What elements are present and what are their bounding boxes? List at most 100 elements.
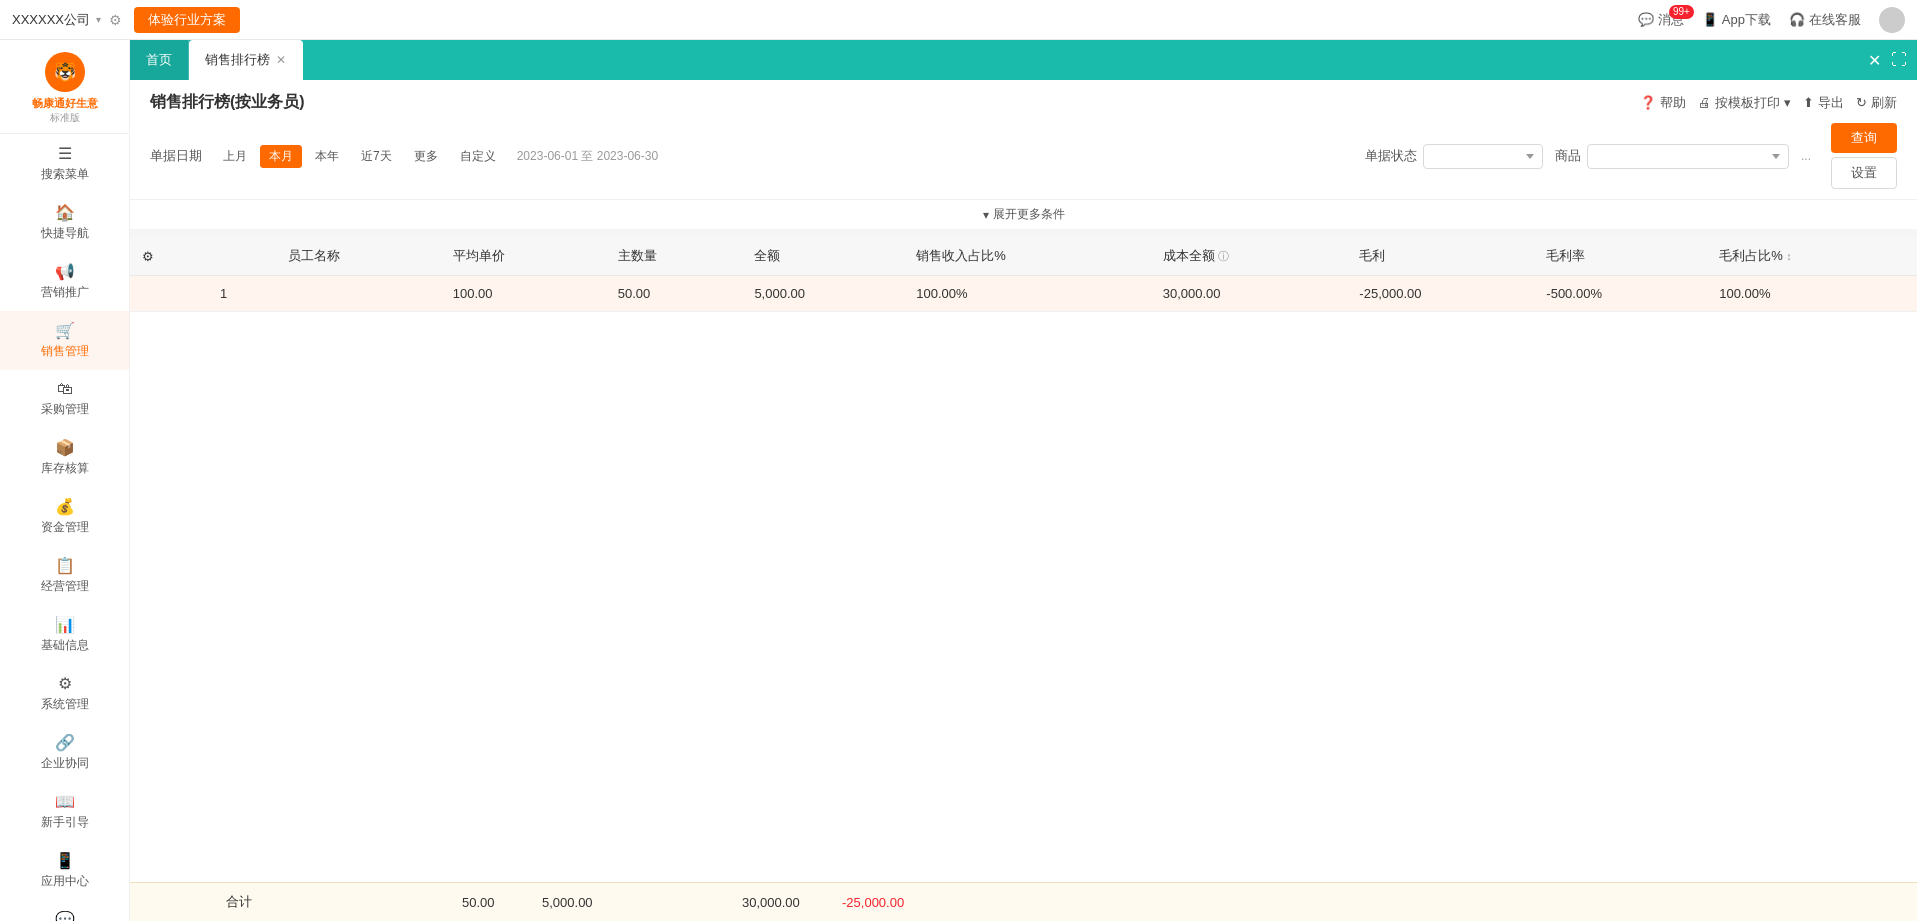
company-selector[interactable]: XXXXXX公司 ▾ bbox=[12, 11, 101, 29]
page-title: 销售排行榜(按业务员) bbox=[150, 92, 305, 113]
footer-total-label: 合计 bbox=[202, 893, 382, 911]
data-table: ⚙ 员工名称 平均单价 主数量 全额 销售收入占比% 成本全额 ⓘ 毛利 毛利率… bbox=[130, 237, 1917, 312]
employee-column-header: 员工名称 bbox=[276, 237, 441, 276]
close-window-icon[interactable]: ✕ bbox=[1868, 51, 1881, 70]
app-center-icon: 📱 bbox=[55, 851, 75, 870]
sidebar-item-marketing[interactable]: 📢 营销推广 bbox=[0, 252, 129, 311]
row-employee bbox=[276, 276, 441, 312]
sidebar-item-purchase[interactable]: 🛍 采购管理 bbox=[0, 370, 129, 428]
sidebar-item-finance[interactable]: 💰 资金管理 bbox=[0, 487, 129, 546]
chevron-down-icon: ▾ bbox=[96, 14, 101, 25]
row-avg-price: 100.00 bbox=[441, 276, 606, 312]
message-badge: 99+ bbox=[1669, 5, 1694, 19]
page-header: 销售排行榜(按业务员) ❓ 帮助 🖨 按模板打印 ▾ ⬆ 导出 bbox=[130, 80, 1917, 113]
cost-info-icon[interactable]: ⓘ bbox=[1218, 250, 1229, 262]
operations-icon: 📋 bbox=[55, 556, 75, 575]
avatar[interactable] bbox=[1879, 7, 1905, 33]
date-range: 2023-06-01 至 2023-06-30 bbox=[517, 148, 658, 165]
date-tab-more[interactable]: 更多 bbox=[405, 145, 447, 168]
sidebar-item-beginner[interactable]: 📖 新手引导 bbox=[0, 782, 129, 841]
export-icon: ⬆ bbox=[1803, 95, 1814, 110]
message-button[interactable]: 💬 消息 99+ bbox=[1638, 11, 1684, 29]
try-industry-button[interactable]: 体验行业方案 bbox=[134, 7, 240, 33]
sidebar-item-enterprise-collab[interactable]: 🔗 企业协同 bbox=[0, 723, 129, 782]
more-filters-button[interactable]: ... bbox=[1801, 149, 1811, 163]
base-info-icon: 📊 bbox=[55, 615, 75, 634]
gross-profit-column-header: 毛利 bbox=[1347, 237, 1534, 276]
gross-margin-column-header: 毛利率 bbox=[1534, 237, 1707, 276]
content-area: 首页 销售排行榜 ✕ ✕ ⛶ 销售排行榜(按业务员) ❓ 帮助 bbox=[130, 40, 1917, 921]
wechat-icon: 💬 bbox=[55, 910, 75, 921]
sidebar-item-label: 基础信息 bbox=[41, 637, 89, 654]
message-icon: 💬 bbox=[1638, 12, 1654, 27]
top-bar: XXXXXX公司 ▾ ⚙ 体验行业方案 💬 消息 99+ 📱 App下载 🎧 在… bbox=[0, 0, 1917, 40]
footer-gross-profit: -25,000.00 bbox=[842, 895, 942, 910]
home-tab-label: 首页 bbox=[146, 51, 172, 69]
company-name: XXXXXX公司 bbox=[12, 11, 90, 29]
cost-amount-column-header: 成本全额 ⓘ bbox=[1151, 237, 1348, 276]
sidebar-item-label: 经营管理 bbox=[41, 578, 89, 595]
tab-home[interactable]: 首页 bbox=[130, 40, 189, 80]
date-tab-this-month[interactable]: 本月 bbox=[260, 145, 302, 168]
sidebar-item-operations[interactable]: 📋 经营管理 bbox=[0, 546, 129, 605]
sidebar-item-label: 搜索菜单 bbox=[41, 166, 89, 183]
sidebar-item-quick-nav[interactable]: 🏠 快捷导航 bbox=[0, 193, 129, 252]
doc-status-select[interactable] bbox=[1423, 144, 1543, 169]
app-download-icon: 📱 bbox=[1702, 12, 1718, 27]
sidebar-item-label: 资金管理 bbox=[41, 519, 89, 536]
date-tab-custom[interactable]: 自定义 bbox=[451, 145, 505, 168]
gross-ratio-info-icon[interactable]: ↕ bbox=[1786, 250, 1792, 262]
finance-icon: 💰 bbox=[55, 497, 75, 516]
sidebar: 🐯 畅康通好生意 标准版 ☰ 搜索菜单 🏠 快捷导航 📢 营销推广 🛒 销售管理… bbox=[0, 40, 130, 921]
settings-button[interactable]: 设置 bbox=[1831, 157, 1897, 189]
filter-bar: 单据日期 上月 本月 本年 近7天 更多 自定义 2023-06-01 至 20… bbox=[130, 113, 1917, 199]
purchase-icon: 🛍 bbox=[57, 380, 73, 398]
row-cost-amount: 30,000.00 bbox=[1151, 276, 1348, 312]
expand-bar: ▾ 展开更多条件 bbox=[130, 199, 1917, 229]
export-button[interactable]: ⬆ 导出 bbox=[1803, 94, 1844, 112]
inventory-icon: 📦 bbox=[55, 438, 75, 457]
date-tab-this-year[interactable]: 本年 bbox=[306, 145, 348, 168]
row-sales-ratio: 100.00% bbox=[904, 276, 1150, 312]
expand-more-conditions-button[interactable]: ▾ 展开更多条件 bbox=[983, 206, 1065, 223]
doc-status-field: 单据状态 bbox=[1365, 144, 1543, 169]
footer-total-amount: 5,000.00 bbox=[542, 895, 642, 910]
logo-icon: 🐯 bbox=[45, 52, 85, 92]
template-print-button[interactable]: 🖨 按模板打印 ▾ bbox=[1698, 94, 1791, 112]
query-button[interactable]: 查询 bbox=[1831, 123, 1897, 153]
tab-close-icon[interactable]: ✕ bbox=[276, 53, 286, 67]
sidebar-item-sales[interactable]: 🛒 销售管理 bbox=[0, 311, 129, 370]
help-button[interactable]: ❓ 帮助 bbox=[1640, 94, 1686, 112]
date-tab-last7days[interactable]: 近7天 bbox=[352, 145, 401, 168]
refresh-button[interactable]: ↻ 刷新 bbox=[1856, 94, 1897, 112]
row-gross-ratio: 100.00% bbox=[1707, 276, 1917, 312]
sidebar-item-system[interactable]: ⚙ 系统管理 bbox=[0, 664, 129, 723]
app-download-button[interactable]: 📱 App下载 bbox=[1702, 11, 1771, 29]
gross-ratio-column-header: 毛利占比% ↕ bbox=[1707, 237, 1917, 276]
row-main-qty: 50.00 bbox=[606, 276, 743, 312]
online-service-button[interactable]: 🎧 在线客服 bbox=[1789, 11, 1861, 29]
date-label: 单据日期 bbox=[150, 147, 202, 165]
footer-main-qty: 50.00 bbox=[462, 895, 542, 910]
sidebar-item-label: 快捷导航 bbox=[41, 225, 89, 242]
help-label: 帮助 bbox=[1660, 94, 1686, 112]
row-gross-margin: -500.00% bbox=[1534, 276, 1707, 312]
row-settings bbox=[130, 276, 208, 312]
date-tab-prev-month[interactable]: 上月 bbox=[214, 145, 256, 168]
sidebar-item-app-center[interactable]: 📱 应用中心 bbox=[0, 841, 129, 900]
tab-sales-ranking[interactable]: 销售排行榜 ✕ bbox=[189, 40, 303, 80]
sidebar-item-enterprise-wechat[interactable]: 💬 企业微信 bbox=[0, 900, 129, 921]
sidebar-item-label: 应用中心 bbox=[41, 873, 89, 890]
print-icon: 🖨 bbox=[1698, 95, 1711, 110]
chevron-down-expand-icon: ▾ bbox=[983, 208, 989, 222]
sidebar-item-label: 企业协同 bbox=[41, 755, 89, 772]
sidebar-item-inventory[interactable]: 📦 库存核算 bbox=[0, 428, 129, 487]
settings-column-header[interactable]: ⚙ bbox=[130, 237, 208, 276]
sidebar-item-label: 销售管理 bbox=[41, 343, 89, 360]
settings-icon[interactable]: ⚙ bbox=[109, 12, 122, 28]
maximize-icon[interactable]: ⛶ bbox=[1891, 51, 1907, 69]
goods-input[interactable] bbox=[1587, 144, 1789, 169]
sidebar-item-base-info[interactable]: 📊 基础信息 bbox=[0, 605, 129, 664]
tab-bar-right: ✕ ⛶ bbox=[1858, 40, 1917, 80]
sidebar-item-search-order[interactable]: ☰ 搜索菜单 bbox=[0, 134, 129, 193]
